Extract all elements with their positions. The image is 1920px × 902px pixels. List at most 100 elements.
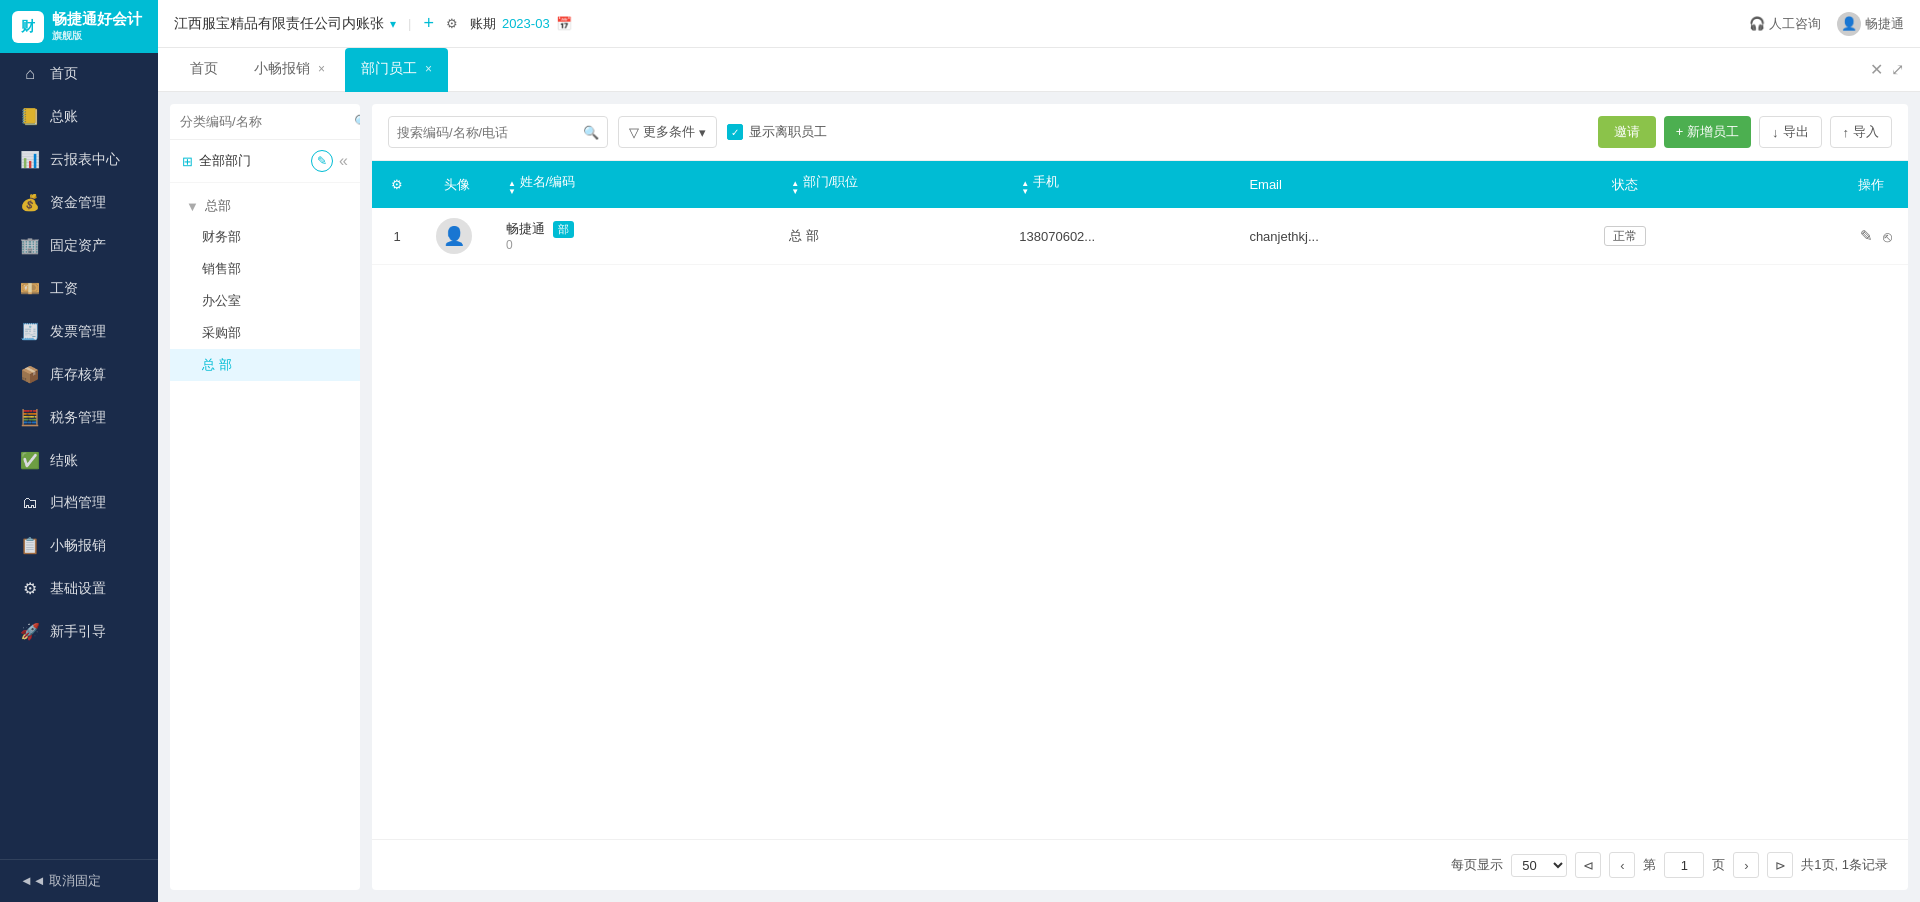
sidebar-item-label: 新手引导 bbox=[50, 623, 106, 641]
close-tab-btn[interactable]: ✕ bbox=[1870, 60, 1883, 79]
ledger-icon: 📒 bbox=[20, 107, 40, 126]
unpin-button[interactable]: ◄◄ 取消固定 bbox=[0, 859, 158, 902]
next-page-btn[interactable]: › bbox=[1733, 852, 1759, 878]
funds-icon: 💰 bbox=[20, 193, 40, 212]
avatar-col-header: 头像 bbox=[444, 177, 470, 192]
sidebar-item-home[interactable]: ⌂ 首页 bbox=[0, 53, 158, 95]
employee-search-box[interactable]: 🔍 bbox=[388, 116, 608, 148]
dept-tree: ▼ 总部 财务部 销售部 办公室 采购部 总 部 bbox=[170, 183, 360, 890]
sidebar-item-label: 税务管理 bbox=[50, 409, 106, 427]
search-icon[interactable]: 🔍 bbox=[583, 125, 599, 140]
page-di-label: 第 bbox=[1643, 856, 1656, 874]
last-page-icon: ⊳ bbox=[1775, 858, 1786, 873]
dept-panel: 🔍 ⊞ 全部部门 ✎ « ▼ 总部 财务部 bbox=[170, 104, 360, 890]
prev-page-btn[interactable]: ‹ bbox=[1609, 852, 1635, 878]
sidebar-item-guide[interactable]: 🚀 新手引导 bbox=[0, 610, 158, 653]
user-menu[interactable]: 👤 畅捷通 bbox=[1837, 12, 1904, 36]
sidebar-item-label: 总账 bbox=[50, 108, 78, 126]
settings-icon: ⚙ bbox=[20, 579, 40, 598]
sidebar-item-archive[interactable]: 🗂 归档管理 bbox=[0, 482, 158, 524]
dept-group-zongbu: ▼ 总部 财务部 销售部 办公室 采购部 总 部 bbox=[170, 187, 360, 385]
sidebar-item-label: 云报表中心 bbox=[50, 151, 120, 169]
calendar-icon[interactable]: 📅 bbox=[556, 16, 572, 31]
page-number-input[interactable] bbox=[1664, 852, 1704, 878]
tab-home[interactable]: 首页 bbox=[174, 48, 234, 92]
dept-item-bangongshi[interactable]: 办公室 bbox=[170, 285, 360, 317]
sidebar-item-label: 固定资产 bbox=[50, 237, 106, 255]
filter-icon: ▽ bbox=[629, 125, 639, 140]
employee-toolbar: 🔍 ▽ 更多条件 ▾ ✓ 显示离职员工 邀请 + 新增员工 bbox=[372, 104, 1908, 161]
first-page-btn[interactable]: ⊲ bbox=[1575, 852, 1601, 878]
emp-code: 0 bbox=[506, 238, 761, 252]
inventory-icon: 📦 bbox=[20, 365, 40, 384]
tab-close-dept-emp[interactable]: × bbox=[425, 62, 432, 76]
sidebar-item-ledger[interactable]: 📒 总账 bbox=[0, 95, 158, 138]
sidebar-item-funds[interactable]: 💰 资金管理 bbox=[0, 181, 158, 224]
page-size-dropdown[interactable]: 50 100 200 bbox=[1511, 854, 1567, 877]
tab-xiao-chang[interactable]: 小畅报销 × bbox=[238, 48, 341, 92]
sidebar-item-xiaochang[interactable]: 📋 小畅报销 bbox=[0, 524, 158, 567]
sidebar-item-tax[interactable]: 🧮 税务管理 bbox=[0, 396, 158, 439]
emp-email: chanjethkj... bbox=[1249, 229, 1318, 244]
dept-group-label[interactable]: ▼ 总部 bbox=[170, 191, 360, 221]
dept-item-caiwu[interactable]: 财务部 bbox=[170, 221, 360, 253]
company-name[interactable]: 江西服宝精品有限责任公司内账张 ▾ bbox=[174, 15, 396, 33]
dept-pos-col-header: ▲▼ 部门/职位 bbox=[789, 174, 858, 189]
dept-header: ⊞ 全部部门 ✎ « bbox=[170, 140, 360, 183]
page-label: 页 bbox=[1712, 856, 1725, 874]
maximize-btn[interactable]: ⤢ bbox=[1891, 60, 1904, 79]
dept-search-icon[interactable]: 🔍 bbox=[354, 114, 360, 129]
sidebar-item-label: 发票管理 bbox=[50, 323, 106, 341]
sidebar-item-label: 基础设置 bbox=[50, 580, 106, 598]
employee-search-input[interactable] bbox=[397, 125, 577, 140]
collapse-dept-btn[interactable]: « bbox=[339, 152, 348, 170]
add-company-btn[interactable]: + bbox=[423, 13, 434, 34]
table-settings-icon[interactable]: ⚙ bbox=[391, 177, 403, 192]
edit-dept-btn[interactable]: ✎ bbox=[311, 150, 333, 172]
user-avatar: 👤 bbox=[1837, 12, 1861, 36]
support-btn[interactable]: 🎧 人工咨询 bbox=[1749, 15, 1821, 33]
sidebar-item-settings[interactable]: ⚙ 基础设置 bbox=[0, 567, 158, 610]
invite-button[interactable]: 邀请 bbox=[1598, 116, 1656, 148]
chevron-down-icon: ▾ bbox=[699, 125, 706, 140]
dept-item-caigou[interactable]: 采购部 bbox=[170, 317, 360, 349]
gear-icon[interactable]: ⚙ bbox=[446, 16, 458, 31]
sidebar-item-label: 工资 bbox=[50, 280, 78, 298]
show-resigned-toggle[interactable]: ✓ 显示离职员工 bbox=[727, 123, 827, 141]
dept-item-xiaoshou[interactable]: 销售部 bbox=[170, 253, 360, 285]
sidebar-item-invoice[interactable]: 🧾 发票管理 bbox=[0, 310, 158, 353]
period-display: 账期 2023-03 📅 bbox=[470, 15, 572, 33]
page-size-select[interactable]: 50 100 200 bbox=[1511, 854, 1567, 877]
last-page-btn[interactable]: ⊳ bbox=[1767, 852, 1793, 878]
app-logo: 财 畅捷通好会计 旗舰版 bbox=[0, 0, 158, 53]
all-dept-label[interactable]: ⊞ 全部部门 bbox=[182, 152, 251, 170]
resigned-checkbox[interactable]: ✓ bbox=[727, 124, 743, 140]
logout-employee-btn[interactable]: ⎋ bbox=[1883, 228, 1892, 245]
next-page-icon: › bbox=[1744, 858, 1748, 873]
sidebar-item-label: 资金管理 bbox=[50, 194, 106, 212]
sidebar-item-settle[interactable]: ✅ 结账 bbox=[0, 439, 158, 482]
sidebar-item-inventory[interactable]: 📦 库存核算 bbox=[0, 353, 158, 396]
import-button[interactable]: ↑ 导入 bbox=[1830, 116, 1893, 148]
dept-item-zongbu[interactable]: 总 部 bbox=[170, 349, 360, 381]
add-employee-button[interactable]: + 新增员工 bbox=[1664, 116, 1751, 148]
tax-icon: 🧮 bbox=[20, 408, 40, 427]
sidebar-item-salary[interactable]: 💴 工资 bbox=[0, 267, 158, 310]
tab-dept-emp[interactable]: 部门员工 × bbox=[345, 48, 448, 92]
edit-employee-btn[interactable]: ✎ bbox=[1860, 227, 1873, 245]
tab-close-xiao-chang[interactable]: × bbox=[318, 62, 325, 76]
sidebar-item-assets[interactable]: 🏢 固定资产 bbox=[0, 224, 158, 267]
prev-page-icon: ‹ bbox=[1620, 858, 1624, 873]
dept-search-input[interactable] bbox=[180, 114, 348, 129]
reports-icon: 📊 bbox=[20, 150, 40, 169]
tab-bar: 首页 小畅报销 × 部门员工 × ✕ ⤢ bbox=[158, 48, 1920, 92]
emp-name-code: 畅捷通 部 0 bbox=[506, 220, 761, 252]
row-number: 1 bbox=[393, 229, 400, 244]
settle-icon: ✅ bbox=[20, 451, 40, 470]
status-col-header: 状态 bbox=[1612, 177, 1638, 192]
sidebar-item-reports[interactable]: 📊 云报表中心 bbox=[0, 138, 158, 181]
home-icon: ⌂ bbox=[20, 65, 40, 83]
export-button[interactable]: ↓ 导出 bbox=[1759, 116, 1822, 148]
more-filter-btn[interactable]: ▽ 更多条件 ▾ bbox=[618, 116, 717, 148]
dept-badge: 部 bbox=[553, 221, 574, 238]
